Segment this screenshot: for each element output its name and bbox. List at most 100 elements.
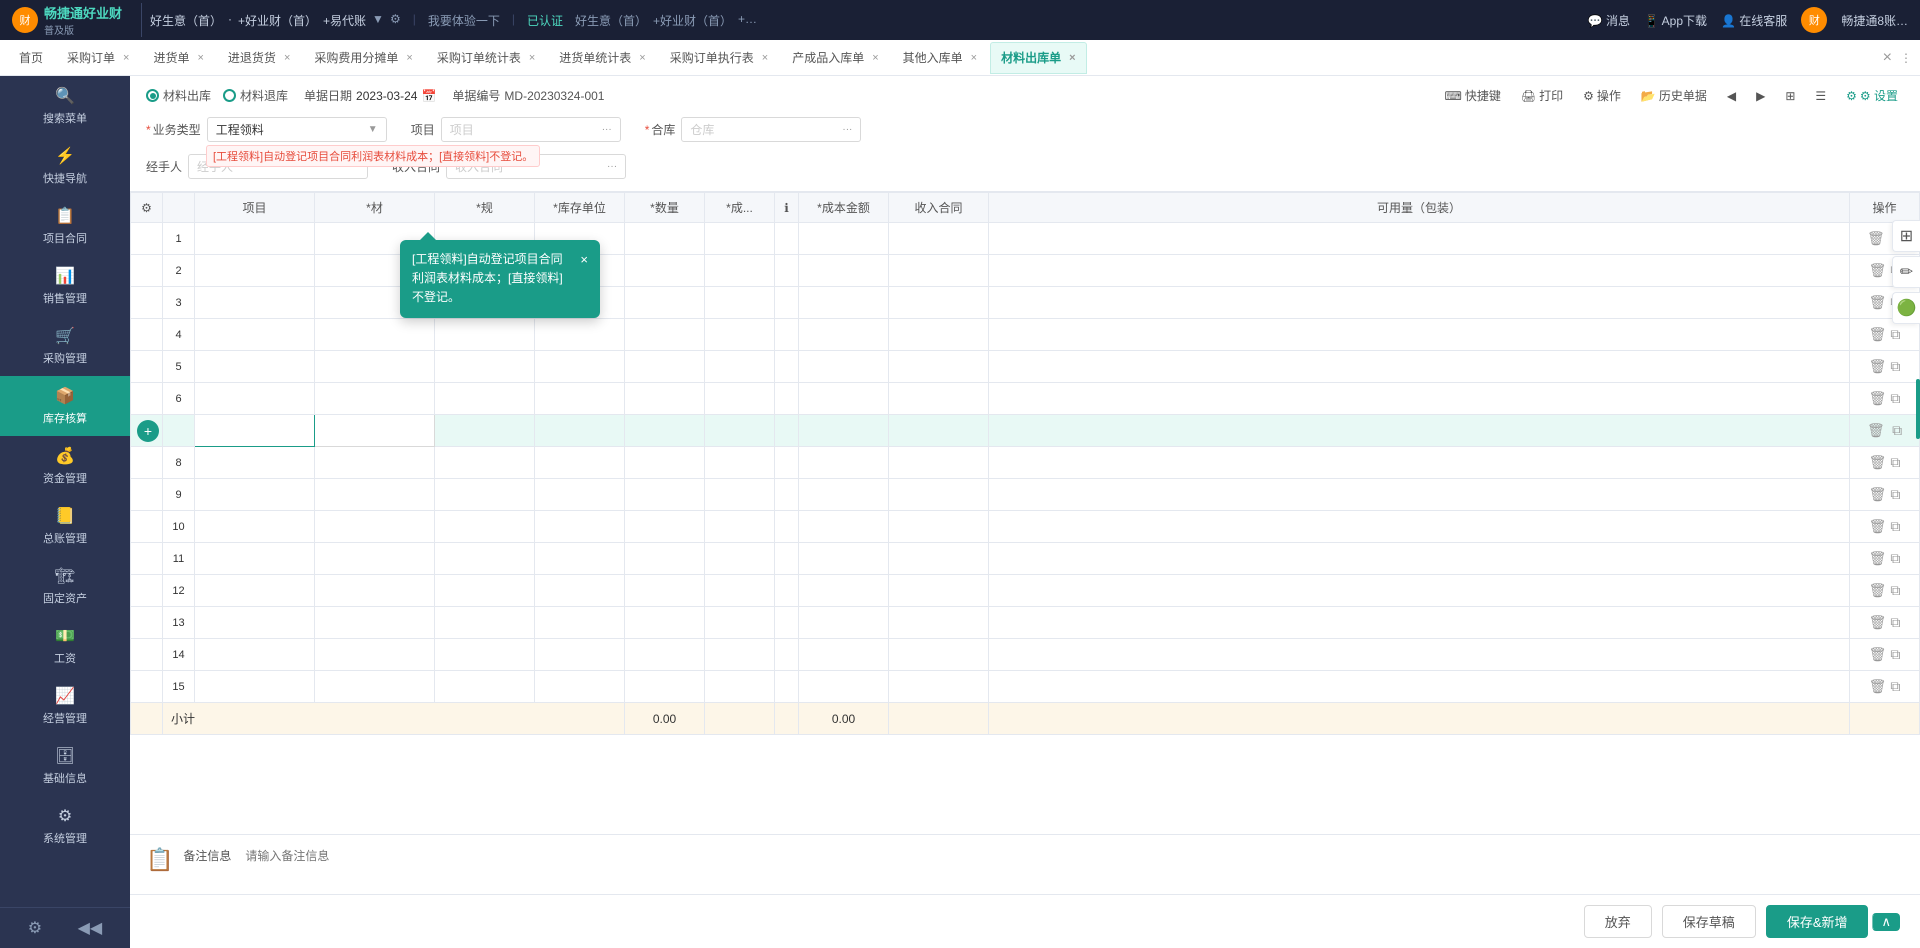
th-quantity[interactable]: *数量: [625, 193, 705, 223]
delete-icon[interactable]: 🗑: [1867, 260, 1889, 280]
delete-icon[interactable]: 🗑: [1867, 388, 1889, 408]
th-settings[interactable]: ⚙: [131, 193, 163, 223]
nav-good-biz[interactable]: 好生意（首）: [150, 12, 222, 29]
tab-purchase-order[interactable]: 采购订单 ×: [56, 42, 140, 74]
copy-icon[interactable]: ⧉: [1888, 676, 1902, 696]
copy-icon[interactable]: ⧉: [1888, 516, 1902, 536]
tab-goods-return[interactable]: 进退货货 ×: [217, 42, 301, 74]
tab-purchase-stats[interactable]: 采购订单统计表 ×: [426, 42, 546, 74]
list-view-btn[interactable]: ☰: [1809, 86, 1832, 106]
tab-close-purchase-stats[interactable]: ×: [529, 52, 535, 64]
sidebar-collapse-btn[interactable]: ◀◀: [78, 918, 103, 938]
sidebar-item-management[interactable]: 📈 经营管理: [0, 676, 130, 736]
right-icon-3[interactable]: 🟢: [1892, 292, 1920, 324]
sidebar-settings-btn[interactable]: ⚙: [28, 918, 42, 938]
row-revenue-1[interactable]: [889, 223, 989, 255]
nav-certified[interactable]: 已认证: [527, 12, 563, 29]
user-avatar[interactable]: 财: [1801, 7, 1827, 33]
tooltip-close[interactable]: ×: [580, 250, 588, 271]
right-icon-1[interactable]: ⊞: [1892, 220, 1920, 252]
project-select[interactable]: 项目 ···: [441, 117, 621, 142]
discard-button[interactable]: 放弃: [1584, 905, 1652, 938]
date-value[interactable]: 2023-03-24: [356, 89, 417, 103]
grid-view-btn[interactable]: ⊞: [1779, 86, 1801, 106]
settings-btn[interactable]: ⚙ ⚙ 设置: [1840, 84, 1904, 107]
save-new-button[interactable]: 保存&新增: [1766, 905, 1869, 938]
app-download-btn[interactable]: 📱 App下载: [1644, 12, 1707, 29]
sidebar-item-system[interactable]: ⚙ 系统管理: [0, 796, 130, 856]
copy-icon[interactable]: ⧉: [1888, 580, 1902, 600]
nav-experience[interactable]: 我要体验一下: [428, 12, 500, 29]
tab-close-goods-in[interactable]: ×: [197, 52, 203, 64]
row-project-1[interactable]: [195, 223, 315, 255]
sidebar-item-ledger[interactable]: 📒 总账管理: [0, 496, 130, 556]
nav-settings[interactable]: ⚙: [390, 12, 401, 29]
th-spec[interactable]: *规: [435, 193, 535, 223]
tab-more[interactable]: ⋮: [1900, 51, 1912, 65]
tab-purchase-expense[interactable]: 采购费用分摊单 ×: [303, 42, 423, 74]
delete-icon-active[interactable]: 🗑: [1865, 420, 1887, 440]
delete-icon[interactable]: 🗑: [1867, 548, 1889, 568]
th-cost-info[interactable]: ℹ: [775, 193, 799, 223]
copy-icon[interactable]: ⧉: [1888, 484, 1902, 504]
sidebar-item-finance[interactable]: 💰 资金管理: [0, 436, 130, 496]
sidebar-item-search[interactable]: 🔍 搜索菜单: [0, 76, 130, 136]
th-revenue-contract[interactable]: 收入合同: [889, 193, 989, 223]
tab-other-in[interactable]: 其他入库单 ×: [892, 42, 988, 74]
th-stock-unit[interactable]: *库存单位: [535, 193, 625, 223]
sidebar-item-fixed-assets[interactable]: 🏗 固定资产: [0, 556, 130, 616]
delete-icon[interactable]: 🗑: [1867, 612, 1889, 632]
sidebar-item-salary[interactable]: 💵 工资: [0, 616, 130, 676]
tab-home[interactable]: 首页: [8, 42, 54, 74]
copy-icon[interactable]: ⧉: [1888, 548, 1902, 568]
online-service-btn[interactable]: 👤 在线客服: [1721, 12, 1787, 29]
business-type-select[interactable]: 工程领料 ▼: [207, 117, 387, 142]
save-draft-button[interactable]: 保存草稿: [1662, 905, 1756, 938]
tab-close-purchase-exec[interactable]: ×: [762, 52, 768, 64]
radio-material-out[interactable]: 材料出库: [146, 87, 211, 104]
print-btn[interactable]: 🖨 打印: [1515, 84, 1569, 107]
radio-material-return[interactable]: 材料退库: [223, 87, 288, 104]
delete-icon[interactable]: 🗑: [1867, 484, 1889, 504]
delete-icon[interactable]: 🗑: [1867, 516, 1889, 536]
sidebar-item-base-info[interactable]: 🗄 基础信息: [0, 736, 130, 796]
sidebar-item-inventory[interactable]: 📦 库存核算: [0, 376, 130, 436]
copy-icon[interactable]: ⧉: [1888, 644, 1902, 664]
nav-easy-acc[interactable]: +易代账: [323, 12, 366, 29]
delete-icon[interactable]: 🗑: [1867, 356, 1889, 376]
th-cost[interactable]: *成...: [705, 193, 775, 223]
row-available-1[interactable]: [989, 223, 1850, 255]
username[interactable]: 畅捷通8账…: [1841, 12, 1908, 29]
tab-product-in[interactable]: 产成品入库单 ×: [781, 42, 889, 74]
sidebar-item-sales[interactable]: 📊 销售管理: [0, 256, 130, 316]
delete-icon[interactable]: 🗑: [1867, 292, 1889, 312]
right-icon-2[interactable]: ✏: [1892, 256, 1920, 288]
copy-icon[interactable]: ⧉: [1888, 388, 1902, 408]
tab-purchase-exec[interactable]: 采购订单执行表 ×: [659, 42, 779, 74]
save-new-arrow-button[interactable]: ∧: [1872, 913, 1900, 931]
tab-close-goods-return[interactable]: ×: [284, 52, 290, 64]
calendar-icon[interactable]: 📅: [421, 89, 436, 103]
tab-close-goods-stats[interactable]: ×: [639, 52, 645, 64]
tab-close-purchase-expense[interactable]: ×: [406, 52, 412, 64]
row-qty-1[interactable]: [625, 223, 705, 255]
sidebar-item-quicknav[interactable]: ⚡ 快捷导航: [0, 136, 130, 196]
delete-icon[interactable]: 🗑: [1867, 644, 1889, 664]
th-available[interactable]: 可用量（包装）: [989, 193, 1850, 223]
delete-icon-1[interactable]: 🗑: [1865, 228, 1887, 248]
th-cost-amount[interactable]: *成本金额: [799, 193, 889, 223]
tab-material-out[interactable]: 材料出库单 ×: [990, 42, 1086, 74]
delete-icon[interactable]: 🗑: [1867, 580, 1889, 600]
history-btn[interactable]: 📂 历史单据: [1635, 84, 1713, 107]
tab-close-purchase-order[interactable]: ×: [123, 52, 129, 64]
th-material[interactable]: *材: [315, 193, 435, 223]
tab-goods-in[interactable]: 进货单 ×: [142, 42, 214, 74]
delete-icon[interactable]: 🗑: [1867, 676, 1889, 696]
th-project[interactable]: 项目: [195, 193, 315, 223]
tab-goods-stats[interactable]: 进货单统计表 ×: [548, 42, 656, 74]
doc-value[interactable]: MD-20230324-001: [504, 89, 604, 103]
delete-icon[interactable]: 🗑: [1867, 324, 1889, 344]
copy-icon[interactable]: ⧉: [1888, 356, 1902, 376]
next-btn[interactable]: ▶: [1750, 86, 1771, 106]
warehouse-select[interactable]: 仓库 ···: [681, 117, 861, 142]
